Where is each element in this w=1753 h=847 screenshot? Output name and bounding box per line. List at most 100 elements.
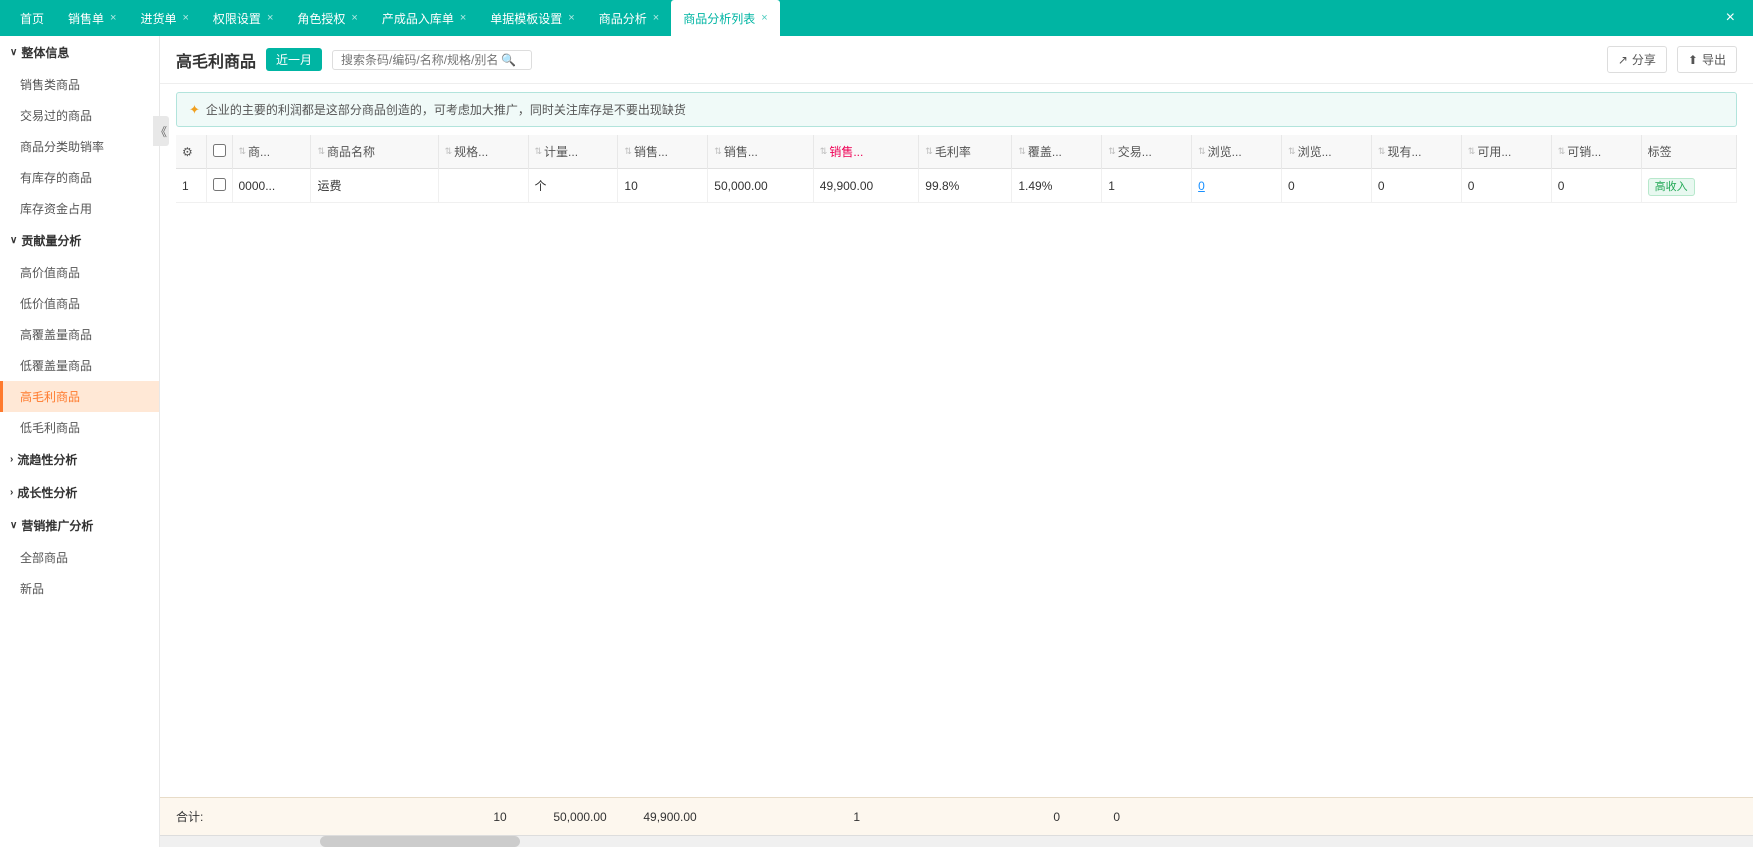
col-sales-qty[interactable]: ⇅销售... [618,135,708,169]
col-coverage[interactable]: ⇅覆盖... [1012,135,1102,169]
close-window-button[interactable]: × [1716,9,1745,27]
sidebar-section-overall[interactable]: ∨ 整体信息 [0,36,159,69]
row-checkbox[interactable] [213,178,226,191]
table-header-row: ⚙ ⇅商... ⇅商品名称 ⇅规格... [176,135,1737,169]
export-button[interactable]: ⬆ 导出 [1677,46,1737,73]
sidebar-collapse-button[interactable]: 《 [153,116,169,146]
nav-permission-settings[interactable]: 权限设置 × [201,0,285,36]
scrollbar-thumb[interactable] [320,836,520,847]
sidebar-section-contribution[interactable]: ∨ 贡献量分析 [0,224,159,257]
sidebar-item-low-value[interactable]: 低价值商品 [0,288,159,319]
footer-sales-qty: 10 [493,810,553,824]
col-browse2[interactable]: ⇅浏览... [1282,135,1372,169]
close-icon[interactable]: × [460,12,466,24]
cell-browse1[interactable]: 0 [1192,169,1282,203]
sidebar-item-high-coverage[interactable]: 高覆盖量商品 [0,319,159,350]
cell-sales-cost: 49,900.00 [813,169,919,203]
col-available[interactable]: ⇅可用... [1461,135,1551,169]
cell-available: 0 [1461,169,1551,203]
expand-arrow-icon: ∨ [10,235,17,246]
table-row: 1 0000... 运费 个 10 50,000.00 49,900.00 99… [176,169,1737,203]
close-icon[interactable]: × [267,12,273,24]
col-sales-cost[interactable]: ⇅销售... [813,135,919,169]
sidebar-item-stock-capital[interactable]: 库存资金占用 [0,193,159,224]
sidebar-item-low-margin[interactable]: 低毛利商品 [0,412,159,443]
search-icon[interactable]: 🔍 [501,53,516,67]
search-box: 🔍 [332,50,532,70]
cell-unit: 个 [528,169,618,203]
nav-home[interactable]: 首页 [8,0,56,36]
footer-available: 0 [1113,810,1173,824]
export-icon: ⬆ [1688,53,1698,67]
col-trade[interactable]: ⇅交易... [1102,135,1192,169]
close-icon[interactable]: × [568,12,574,24]
page-title: 高毛利商品 [176,48,256,72]
cell-spec [438,169,528,203]
sidebar-item-low-coverage[interactable]: 低覆盖量商品 [0,350,159,381]
cell-checkbox[interactable] [206,169,232,203]
data-table-wrapper: ⚙ ⇅商... ⇅商品名称 ⇅规格... [160,135,1753,797]
nav-purchase-order[interactable]: 进货单 × [128,0,200,36]
footer-label: 合计: [176,808,213,825]
select-all-checkbox[interactable] [213,144,226,157]
share-button[interactable]: ↗ 分享 [1607,46,1667,73]
nav-sales-order[interactable]: 销售单 × [56,0,128,36]
sidebar-section-trend[interactable]: › 流趋性分析 [0,443,159,476]
col-code[interactable]: ⇅商... [232,135,311,169]
cell-code: 0000... [232,169,311,203]
sidebar-section-growth[interactable]: › 成长性分析 [0,476,159,509]
cell-coverage: 1.49% [1012,169,1102,203]
close-icon[interactable]: × [761,12,767,24]
col-settings[interactable]: ⚙ [176,135,206,169]
col-name[interactable]: ⇅商品名称 [311,135,438,169]
cell-sales-qty: 10 [618,169,708,203]
nav-role-auth[interactable]: 角色授权 × [285,0,369,36]
cell-tag: 高收入 [1641,169,1736,203]
horizontal-scrollbar[interactable] [160,835,1753,847]
sidebar-section-marketing[interactable]: ∨ 营销推广分析 [0,509,159,542]
cell-sellable: 0 [1551,169,1641,203]
table-footer: 合计: 10 50,000.00 49,900.00 1 0 0 [160,797,1753,835]
sidebar-item-in-stock-goods[interactable]: 有库存的商品 [0,162,159,193]
sidebar-item-high-value[interactable]: 高价值商品 [0,257,159,288]
col-unit[interactable]: ⇅计量... [528,135,618,169]
col-sellable[interactable]: ⇅可销... [1551,135,1641,169]
sidebar: ∨ 整体信息 销售类商品 交易过的商品 商品分类助销率 有库存的商品 库存资金占… [0,36,160,847]
cell-gross-margin: 99.8% [919,169,1012,203]
col-browse1[interactable]: ⇅浏览... [1192,135,1282,169]
content-header: 高毛利商品 近一月 🔍 ↗ 分享 ⬆ 导出 [160,36,1753,84]
close-icon[interactable]: × [182,12,188,24]
sidebar-item-new-goods[interactable]: 新品 [0,573,159,604]
share-icon: ↗ [1618,53,1628,67]
sidebar-item-all-goods[interactable]: 全部商品 [0,542,159,573]
nav-template-settings[interactable]: 单据模板设置 × [478,0,586,36]
sidebar-item-category-rate[interactable]: 商品分类助销率 [0,131,159,162]
search-input[interactable] [341,53,501,67]
col-current-stock[interactable]: ⇅现有... [1371,135,1461,169]
cell-browse2: 0 [1282,169,1372,203]
expand-arrow-icon: › [10,487,13,498]
browse1-link[interactable]: 0 [1198,179,1205,193]
footer-current-stock: 0 [1053,810,1113,824]
col-gross-margin[interactable]: ⇅毛利率 [919,135,1012,169]
cell-trade: 1 [1102,169,1192,203]
nav-product-analysis-list[interactable]: 商品分析列表 × [671,0,779,36]
close-icon[interactable]: × [351,12,357,24]
nav-finished-goods[interactable]: 产成品入库单 × [370,0,478,36]
expand-arrow-icon: › [10,454,13,465]
tag-badge: 高收入 [1648,178,1695,196]
cell-index: 1 [176,169,206,203]
col-spec[interactable]: ⇅规格... [438,135,528,169]
sidebar-item-sales-goods[interactable]: 销售类商品 [0,69,159,100]
close-icon[interactable]: × [653,12,659,24]
col-tag[interactable]: 标签 [1641,135,1736,169]
sidebar-item-high-margin[interactable]: 高毛利商品 [0,381,159,412]
date-filter-button[interactable]: 近一月 [266,48,322,71]
data-table: ⚙ ⇅商... ⇅商品名称 ⇅规格... [176,135,1737,203]
nav-product-analysis[interactable]: 商品分析 × [587,0,671,36]
footer-trade: 1 [853,810,933,824]
close-icon[interactable]: × [110,12,116,24]
sidebar-item-traded-goods[interactable]: 交易过的商品 [0,100,159,131]
col-checkbox[interactable] [206,135,232,169]
col-sales-amount[interactable]: ⇅销售... [708,135,814,169]
